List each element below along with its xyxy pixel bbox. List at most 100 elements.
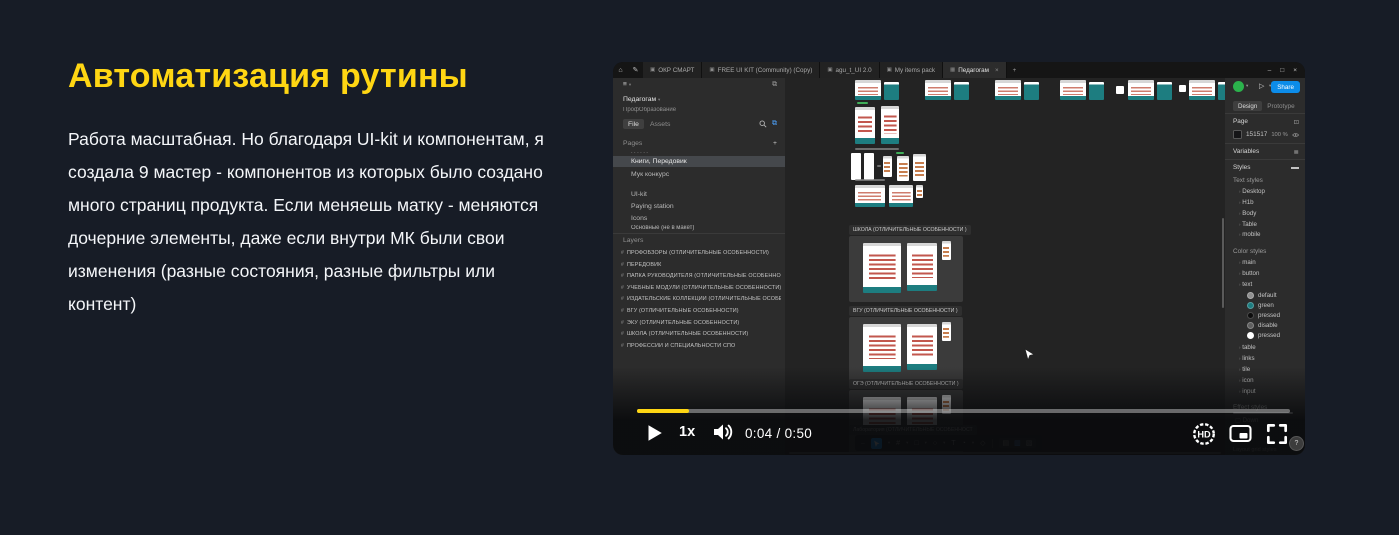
playback-speed-button[interactable]: 1x — [679, 424, 695, 440]
frame-thumbnail — [1089, 82, 1104, 100]
progress-played — [637, 409, 690, 413]
layer-item: # ПРОФОБЗОРЫ (ОТЛИЧИТЕЛЬНЫЕ ОСОБЕННОСТИ) — [621, 250, 769, 256]
collapse-dash-icon — [1291, 167, 1299, 169]
video-player[interactable]: ⌂ ✎ ▣ ОКР СМАРТ ▣ FREE UI KIT (Community) … — [613, 62, 1305, 455]
color-swatch — [1247, 302, 1254, 309]
svg-text:HD: HD — [1197, 429, 1211, 439]
frame-icon: # — [621, 285, 624, 291]
frame-thumbnail — [907, 324, 937, 370]
search-icon — [759, 120, 767, 128]
maximize-icon: □ — [1280, 66, 1285, 74]
figma-screenshot: ⌂ ✎ ▣ ОКР СМАРТ ▣ FREE UI KIT (Community) … — [613, 62, 1305, 455]
frame-label-marker — [855, 179, 885, 181]
figma-menu-row: ≡ ▾ ⧉ — [623, 81, 777, 89]
pip-button[interactable] — [1227, 422, 1254, 446]
tab-file: File — [623, 119, 644, 129]
new-tab-icon: + — [1012, 66, 1017, 74]
vertical-scrollbar — [1222, 218, 1224, 308]
quality-button[interactable]: HD — [1191, 421, 1217, 447]
fullscreen-button[interactable] — [1264, 421, 1290, 447]
frame-thumbnail — [1218, 82, 1225, 100]
move-tool-icon — [870, 437, 882, 449]
project-name: ПрофОбразование — [623, 107, 677, 113]
figma-right-panel: ▾ ▷ ▾ Share Design Prototype 4% Page ⊡ — [1225, 78, 1305, 455]
layer-item: # ПЕРЕДОВИК — [621, 262, 662, 268]
tab-design: Design — [1233, 101, 1263, 111]
detach-icon: ⊡ — [1293, 119, 1299, 126]
frame-thumbnail — [1060, 80, 1086, 100]
variables-section-header: Variables ≣ — [1233, 148, 1299, 156]
figma-canvas: ШКОЛА (ОТЛИЧИТЕЛЬНЫЕ ОСОБЕННОСТИ ) ВГУ (… — [785, 78, 1225, 455]
share-button: Share — [1271, 81, 1300, 93]
frame-thumbnail — [897, 156, 909, 181]
chevron-down-icon: ▾ — [943, 440, 946, 445]
comment-tool-icon: ◔ — [961, 439, 966, 447]
frame-thumbnail — [942, 322, 951, 341]
eye-icon — [1291, 132, 1299, 137]
frame-icon: # — [621, 250, 624, 256]
page-fill-row: 151517 100 % — [1233, 130, 1299, 139]
picture-in-picture-icon — [1229, 424, 1252, 443]
color-swatch — [1233, 130, 1242, 139]
frame-thumbnail — [889, 185, 913, 207]
frame-thumbnail — [1189, 80, 1215, 100]
file-icon: ▣ — [709, 67, 715, 73]
frame-label-marker — [877, 165, 881, 167]
volume-button[interactable] — [711, 420, 735, 444]
progress-bar[interactable] — [637, 409, 1290, 413]
drafts-icon: ✎ — [632, 67, 639, 74]
intro-block: Автоматизация рутины Работа масштабная. … — [68, 57, 546, 321]
figma-tab-active: ▦ Педагогам × — [943, 62, 1007, 78]
styles-section-header: Styles — [1233, 164, 1299, 171]
color-styles-header: Color styles — [1233, 248, 1267, 255]
layer-item: # ЭКУ (ОТЛИЧИТЕЛЬНЫЕ ОСОБЕННОСТИ) — [621, 320, 740, 326]
layer-item: # УЧЕБНЫЕ МОДУЛИ (ОТЛИЧИТЕЛЬНЫЕ ОСОБЕННОС… — [621, 285, 781, 291]
frame-thumbnail — [855, 80, 881, 100]
frame-thumbnail — [863, 243, 901, 293]
frame-thumbnail — [881, 106, 899, 144]
frame-thumbnail — [995, 80, 1021, 100]
frame-tool-icon: # — [896, 439, 901, 447]
add-page-icon: + — [773, 140, 777, 147]
figma-left-panel: ≡ ▾ ⧉ Педагогам ▾ ПрофОбразование File A… — [613, 78, 785, 455]
frame-thumbnail — [863, 324, 901, 372]
grid-icon: ▦ — [950, 67, 956, 73]
volume-icon — [714, 424, 733, 440]
shape-tool-icon: □ — [914, 439, 919, 447]
text-style-item: › Table — [1239, 221, 1257, 228]
chevron-down-icon: ▾ — [906, 440, 909, 445]
actions-tool-icon: ◇ — [980, 440, 986, 447]
page-item: Paying station — [631, 203, 674, 210]
color-swatch — [1247, 332, 1254, 339]
text-tool-icon: T — [951, 439, 956, 447]
figma-tab: ▣ FREE UI KIT (Community) (Copy) — [702, 62, 821, 78]
chevron-down-icon: ▾ — [1246, 83, 1249, 88]
help-button[interactable]: ? — [1289, 436, 1304, 451]
frame-thumbnail — [864, 153, 874, 180]
page: Автоматизация рутины Работа масштабная. … — [0, 0, 1399, 535]
horizontal-scrollbar — [789, 452, 1221, 454]
color-style-item: › table — [1239, 344, 1256, 351]
color-style-item: › input — [1239, 388, 1256, 395]
page-description: Работа масштабная. Но благодаря UI-kit и… — [68, 129, 544, 315]
collapse-icon: – — [861, 439, 865, 447]
color-style-item: › tile — [1239, 366, 1251, 373]
page-section-header: Page ⊡ — [1233, 118, 1299, 126]
home-icon: ⌂ — [618, 66, 623, 74]
panel-tabs: File Assets ⧉ — [623, 119, 777, 129]
play-icon — [648, 425, 662, 441]
color-swatch — [1247, 292, 1254, 299]
layers-header: Layers — [623, 237, 644, 244]
dev-mode-icon: ▥ — [1014, 440, 1021, 447]
library-icon: ⧉ — [772, 120, 777, 127]
frame-thumbnail — [883, 156, 892, 177]
layer-item: # ПАПКА РУКОВОДИТЕЛЯ (ОТЛИЧИТЕЛЬНЫЕ ОСОБЕ… — [621, 273, 781, 279]
color-style-item: › text — [1239, 281, 1253, 288]
tab-prototype: Prototype — [1267, 102, 1295, 110]
frame-thumbnail — [913, 154, 926, 181]
present-icon: ▷ — [1259, 83, 1265, 90]
file-icon: ▣ — [827, 67, 833, 73]
dev-mode-toggle: ▤ ▥ ▧ — [998, 438, 1037, 448]
play-button[interactable] — [641, 418, 667, 448]
frame-label-marker — [855, 148, 899, 150]
